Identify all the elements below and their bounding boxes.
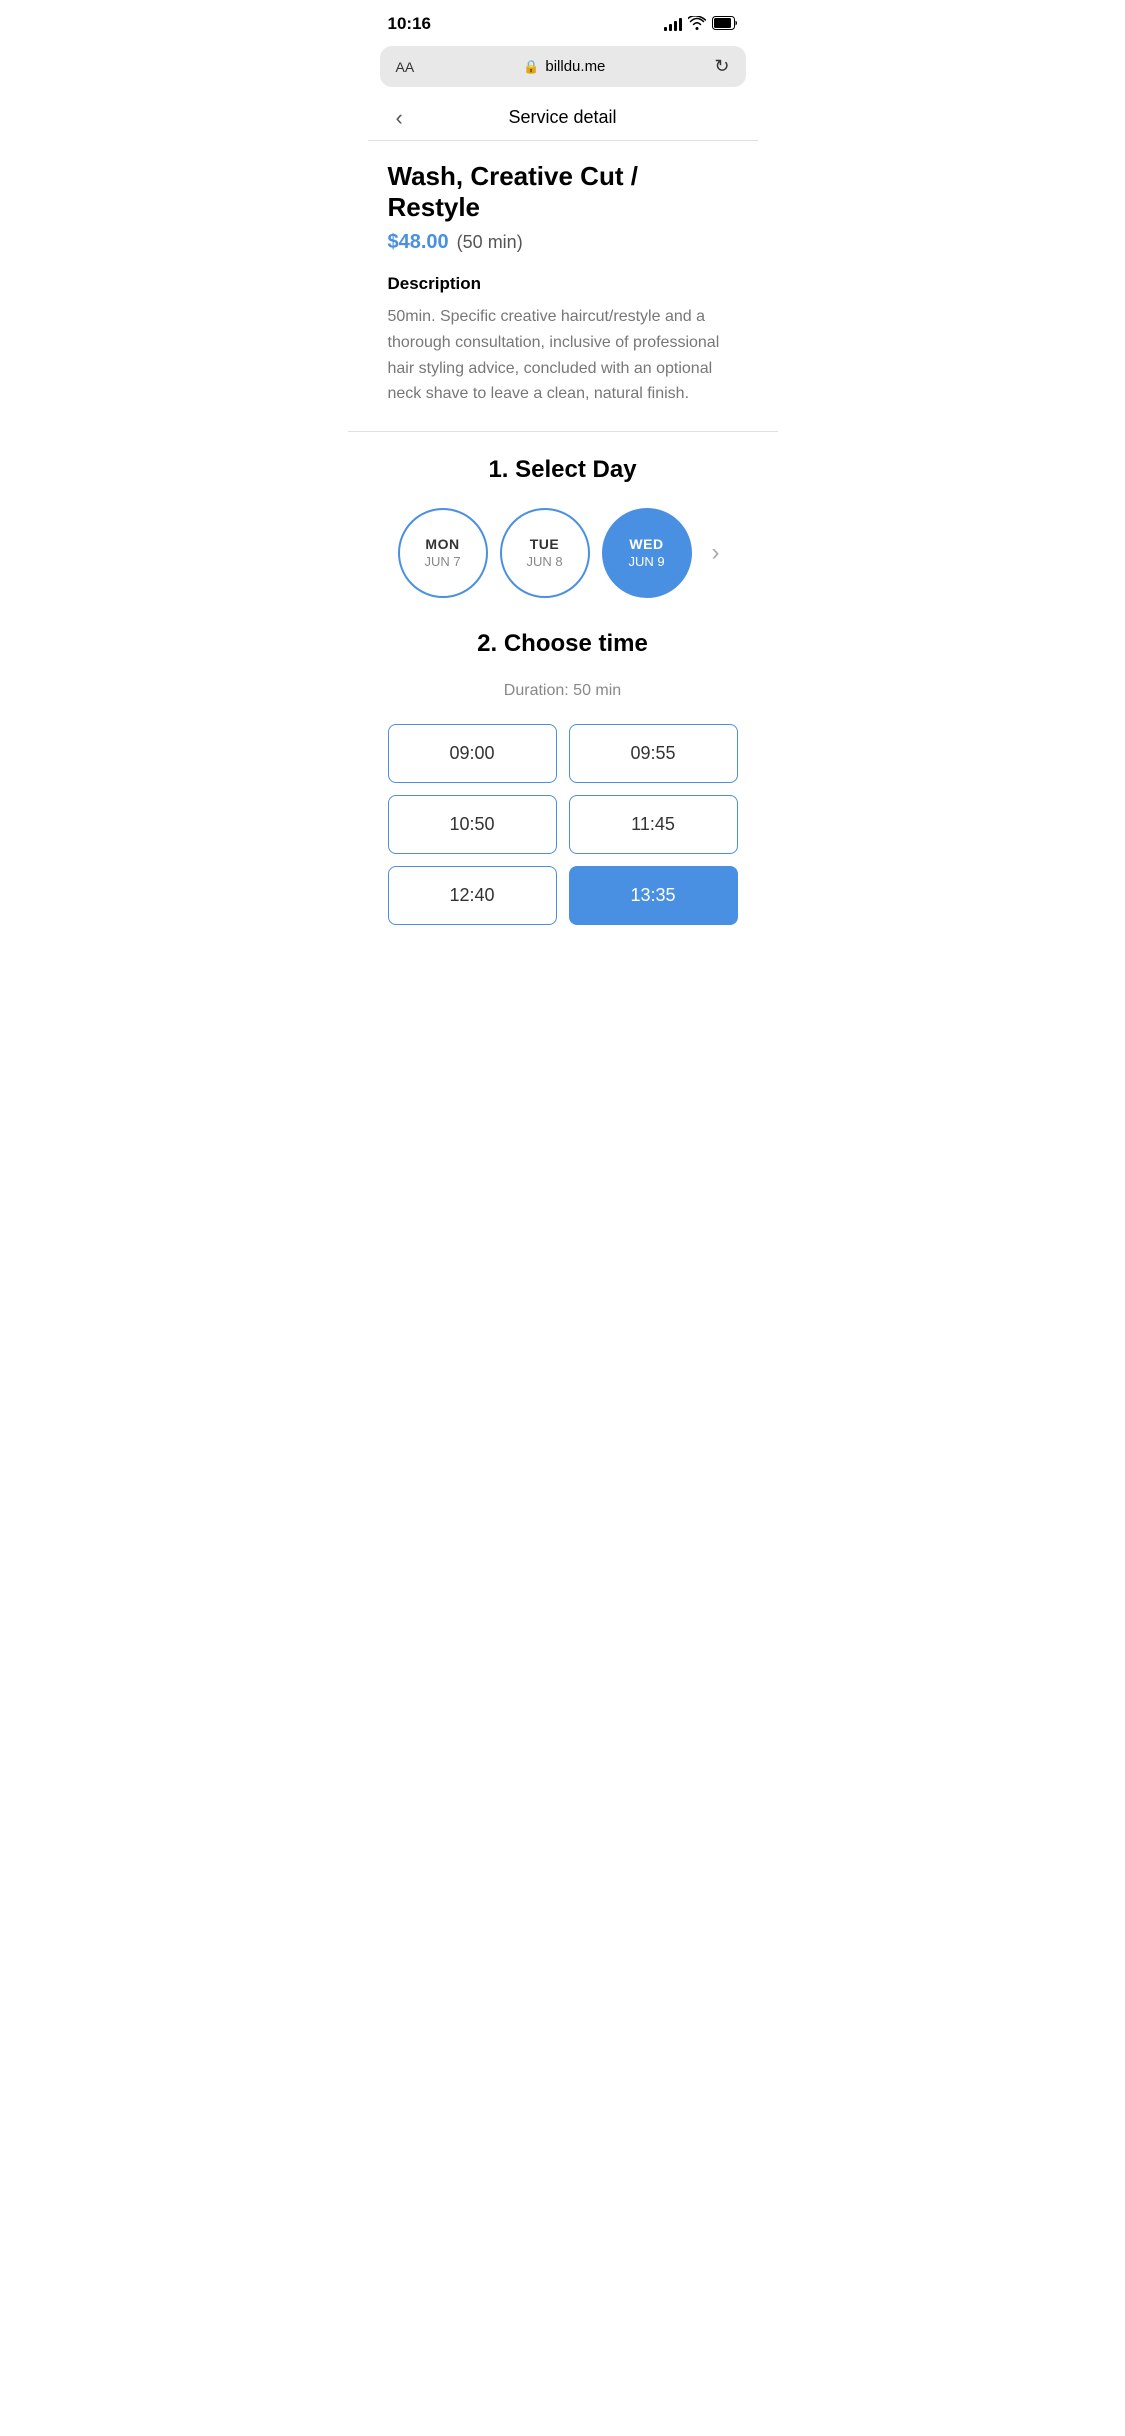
day-name: TUE	[530, 536, 560, 552]
day-name: WED	[629, 536, 663, 552]
day-name: MON	[425, 536, 459, 552]
next-days-arrow[interactable]: ›	[704, 531, 728, 575]
back-button[interactable]: ‹	[388, 101, 411, 135]
day-date: JUN 8	[526, 554, 562, 569]
status-time: 10:16	[388, 14, 431, 34]
time-slot-1145[interactable]: 11:45	[569, 795, 738, 854]
day-date: JUN 7	[424, 554, 460, 569]
service-price-row: $48.00 (50 min)	[388, 231, 738, 254]
time-slot-1335[interactable]: 13:35	[569, 866, 738, 925]
choose-time-title: 2. Choose time	[388, 630, 738, 658]
nav-header: ‹ Service detail	[368, 95, 758, 141]
page-title: Service detail	[508, 107, 616, 128]
browser-bar[interactable]: AA 🔒 billdu.me ↻	[380, 46, 746, 87]
wifi-icon	[688, 16, 706, 33]
service-duration: (50 min)	[457, 232, 523, 253]
time-grid: 09:0009:5510:5011:4512:4013:35	[388, 724, 738, 945]
select-day-section: 1. Select Day MON JUN 7 TUE JUN 8 WED JUN 9 ›	[368, 432, 758, 598]
day-option-tue[interactable]: TUE JUN 8	[500, 508, 590, 598]
status-icons	[664, 16, 738, 33]
day-selector: MON JUN 7 TUE JUN 8 WED JUN 9 ›	[388, 508, 738, 598]
service-price: $48.00	[388, 231, 449, 254]
description-label: Description	[388, 274, 738, 294]
browser-aa-button[interactable]: AA	[396, 59, 415, 75]
description-text: 50min. Specific creative haircut/restyle…	[388, 304, 738, 406]
service-title: Wash, Creative Cut / Restyle	[388, 161, 738, 223]
time-subtitle: Duration: 50 min	[388, 682, 738, 700]
battery-icon	[712, 16, 738, 33]
browser-url: 🔒 billdu.me	[523, 58, 605, 75]
select-day-title: 1. Select Day	[388, 456, 738, 484]
content-area: Wash, Creative Cut / Restyle $48.00 (50 …	[368, 141, 758, 407]
day-option-wed[interactable]: WED JUN 9	[602, 508, 692, 598]
day-date: JUN 9	[628, 554, 664, 569]
lock-icon: 🔒	[523, 59, 539, 75]
choose-time-section: 2. Choose time Duration: 50 min 09:0009:…	[368, 630, 758, 945]
time-slot-0955[interactable]: 09:55	[569, 724, 738, 783]
time-slot-1050[interactable]: 10:50	[388, 795, 557, 854]
refresh-icon[interactable]: ↻	[714, 56, 729, 77]
day-option-mon[interactable]: MON JUN 7	[398, 508, 488, 598]
time-slot-0900[interactable]: 09:00	[388, 724, 557, 783]
browser-url-text: billdu.me	[545, 58, 605, 75]
status-bar: 10:16	[368, 0, 758, 42]
time-slot-1240[interactable]: 12:40	[388, 866, 557, 925]
signal-icon	[664, 17, 682, 31]
